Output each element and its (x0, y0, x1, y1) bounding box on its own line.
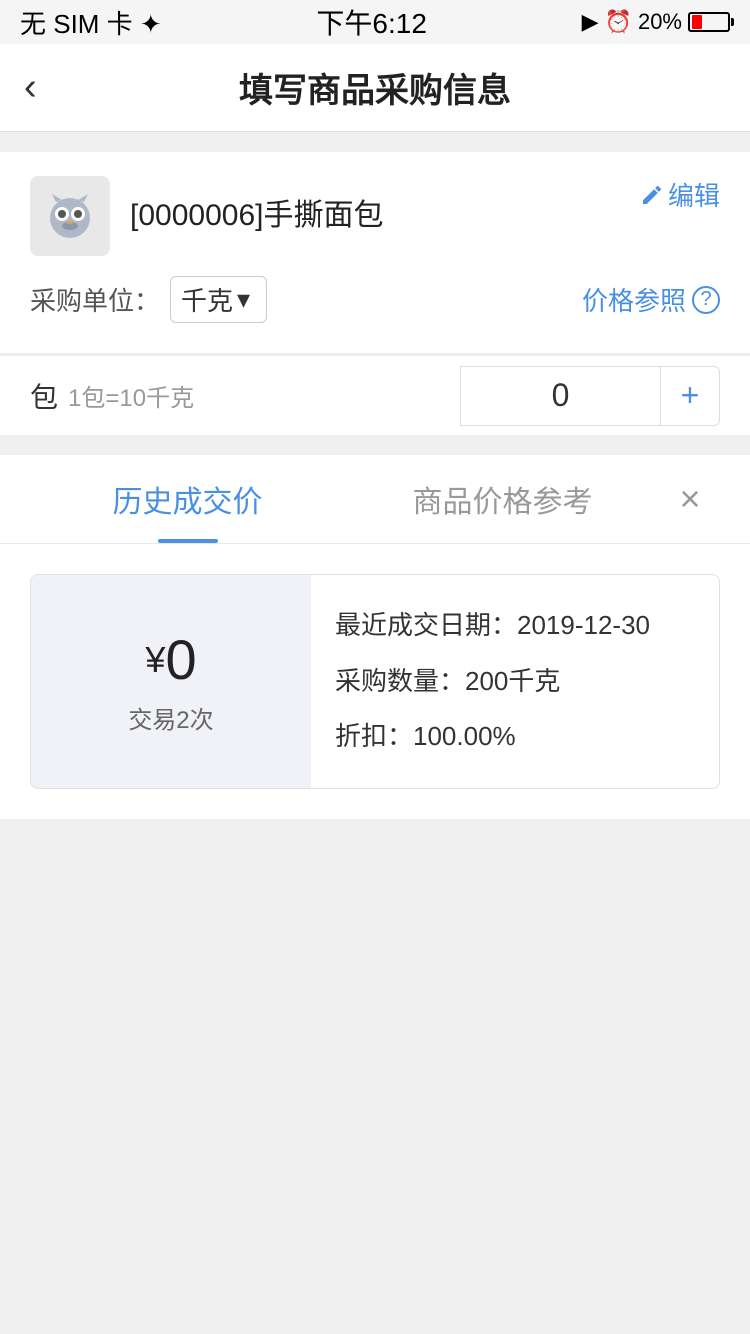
edit-button[interactable]: 编辑 (640, 176, 720, 213)
history-price-value: ¥0 (145, 627, 196, 692)
edit-icon (640, 183, 664, 207)
status-time: 下午6:12 (316, 2, 427, 42)
currency-symbol: ¥ (145, 639, 165, 681)
product-name: [0000006]手撕面包 (130, 195, 383, 237)
quantity-conversion-info: 1包=10千克 (68, 378, 194, 413)
recent-date-label: 最近成交日期： (335, 610, 517, 640)
purchase-qty-label: 采购数量： (335, 666, 465, 696)
battery-icon (688, 12, 730, 32)
quantity-plus-button[interactable]: + (660, 366, 720, 426)
quantity-input[interactable]: 0 (460, 366, 660, 426)
product-card: [0000006]手撕面包 编辑 采购单位： 千克 ▾ 价格参照 ? (0, 152, 750, 353)
edit-label: 编辑 (668, 176, 720, 213)
quantity-label: 包 1包=10千克 (30, 376, 194, 416)
back-button[interactable]: ‹ (24, 66, 37, 109)
tab-history-price[interactable]: 历史成交价 (30, 455, 345, 543)
product-footer: 采购单位： 千克 ▾ 价格参照 ? (30, 276, 720, 323)
dropdown-arrow-icon: ▾ (237, 284, 250, 315)
location-icon: ▶ (582, 9, 599, 35)
status-left: 无 SIM 卡 ✦ (20, 4, 162, 41)
price-reference-button[interactable]: 价格参照 ? (582, 281, 720, 318)
purchase-qty-value: 200千克 (465, 666, 560, 696)
battery-percent: 20% (638, 9, 682, 35)
purchase-unit-label: 采购单位： (30, 281, 160, 318)
history-price-right: 最近成交日期：2019-12-30 采购数量：200千克 折扣：100.00% (311, 575, 719, 788)
product-header: [0000006]手撕面包 编辑 (30, 176, 720, 256)
tab-history-price-label: 历史成交价 (113, 477, 263, 521)
tab-header: 历史成交价 商品价格参考 × (0, 455, 750, 544)
discount-label: 折扣： (335, 721, 413, 751)
unit-select[interactable]: 千克 ▾ (170, 276, 267, 323)
discount-row: 折扣：100.00% (335, 716, 695, 758)
nav-bar: ‹ 填写商品采购信息 (0, 44, 750, 132)
status-bar: 无 SIM 卡 ✦ 下午6:12 ▶ ⏰ 20% (0, 0, 750, 44)
tab-product-price-ref-label: 商品价格参考 (413, 477, 593, 521)
quantity-control: 0 + (460, 366, 720, 426)
tab-close-button[interactable]: × (660, 455, 720, 543)
product-logo-svg (40, 186, 100, 246)
price-ref-help-icon: ? (692, 286, 720, 314)
tab-product-price-ref[interactable]: 商品价格参考 (345, 455, 660, 543)
purchase-unit: 采购单位： 千克 ▾ (30, 276, 267, 323)
purchase-qty-row: 采购数量：200千克 (335, 661, 695, 703)
tab-panel: 历史成交价 商品价格参考 × ¥0 交易2次 最近成交日期：2019-12-30… (0, 455, 750, 819)
sim-signal-text: 无 SIM 卡 ✦ (20, 4, 162, 41)
trade-count: 交易2次 (128, 700, 213, 735)
page-title: 填写商品采购信息 (239, 63, 511, 112)
quantity-value: 0 (552, 377, 570, 414)
quantity-row: 包 1包=10千克 0 + (0, 355, 750, 435)
status-right: ▶ ⏰ 20% (582, 9, 730, 35)
quantity-unit: 包 (30, 376, 58, 416)
price-number: 0 (165, 628, 196, 691)
price-ref-label: 价格参照 (582, 281, 686, 318)
recent-date-row: 最近成交日期：2019-12-30 (335, 605, 695, 647)
recent-date-value: 2019-12-30 (517, 610, 650, 640)
product-logo (30, 176, 110, 256)
history-price-left: ¥0 交易2次 (31, 575, 311, 788)
product-left: [0000006]手撕面包 (30, 176, 383, 256)
discount-value: 100.00% (413, 721, 516, 751)
unit-value: 千克 (181, 281, 233, 318)
history-price-card: ¥0 交易2次 最近成交日期：2019-12-30 采购数量：200千克 折扣：… (30, 574, 720, 789)
tab-content: ¥0 交易2次 最近成交日期：2019-12-30 采购数量：200千克 折扣：… (0, 544, 750, 819)
alarm-icon: ⏰ (605, 9, 632, 35)
